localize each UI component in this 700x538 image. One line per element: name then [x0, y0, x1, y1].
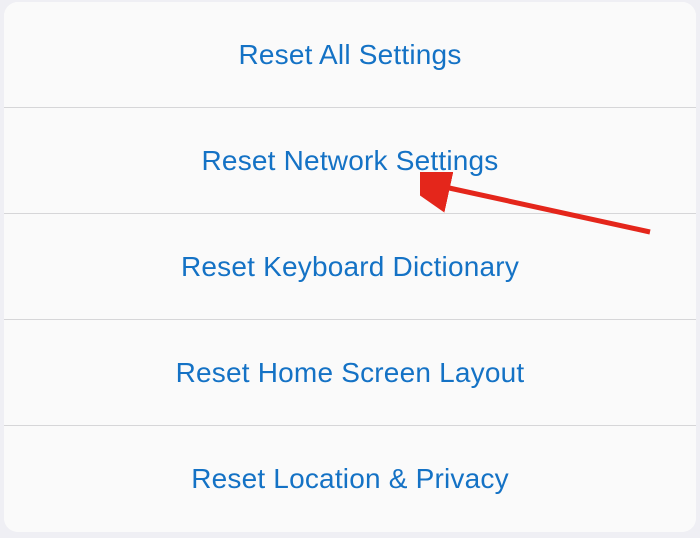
menu-item-label: Reset Home Screen Layout	[176, 357, 525, 389]
menu-item-label: Reset Network Settings	[202, 145, 499, 177]
reset-network-settings-item[interactable]: Reset Network Settings	[4, 108, 696, 214]
reset-home-screen-layout-item[interactable]: Reset Home Screen Layout	[4, 320, 696, 426]
reset-menu-list: Reset All Settings Reset Network Setting…	[4, 2, 696, 532]
reset-keyboard-dictionary-item[interactable]: Reset Keyboard Dictionary	[4, 214, 696, 320]
reset-all-settings-item[interactable]: Reset All Settings	[4, 2, 696, 108]
reset-location-privacy-item[interactable]: Reset Location & Privacy	[4, 426, 696, 532]
menu-item-label: Reset All Settings	[238, 39, 461, 71]
menu-item-label: Reset Keyboard Dictionary	[181, 251, 519, 283]
menu-item-label: Reset Location & Privacy	[191, 463, 509, 495]
